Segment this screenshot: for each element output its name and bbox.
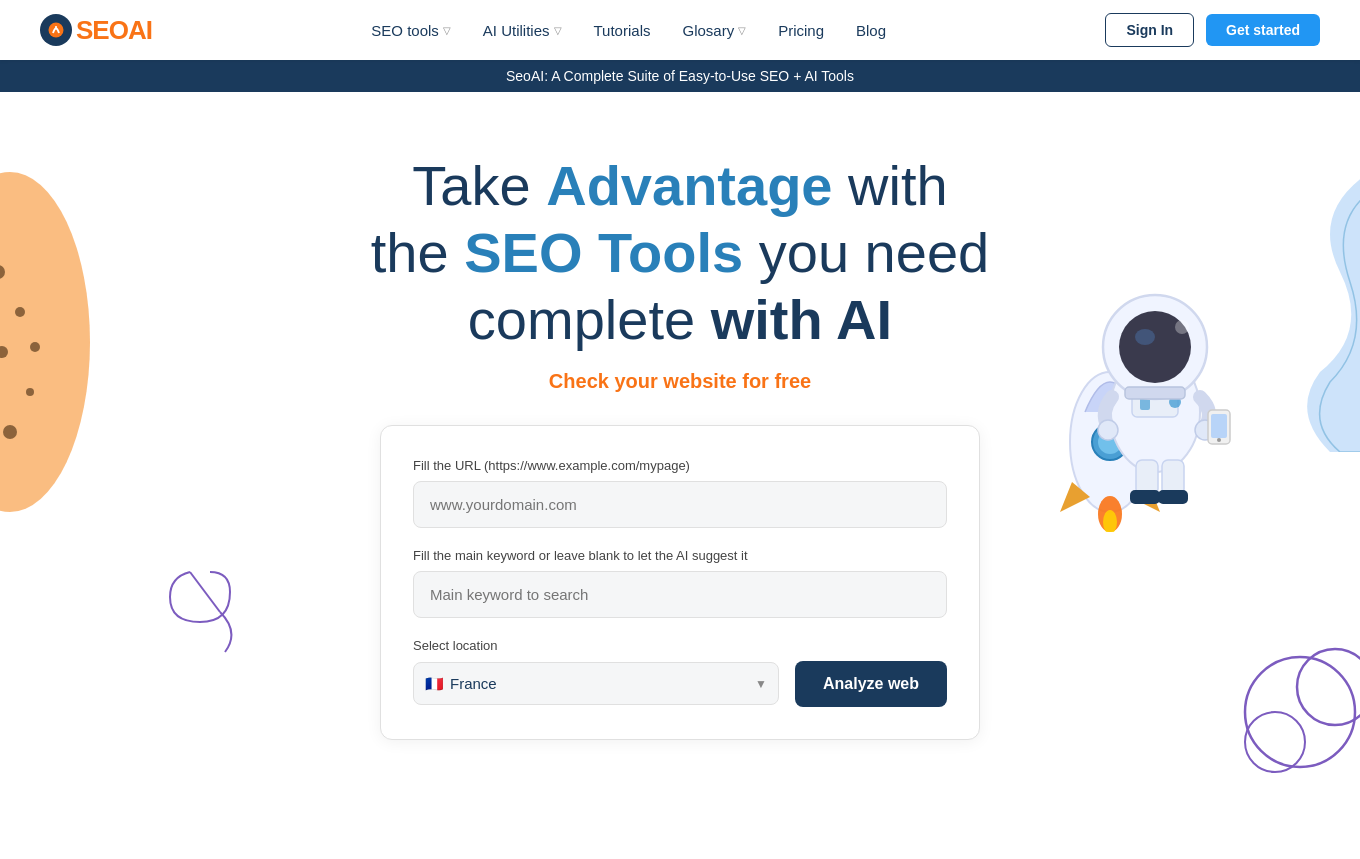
- navbar: SEOAI SEO tools ▽ AI Utilities ▽ Tutoria…: [0, 0, 1360, 60]
- nav-actions: Sign In Get started: [1105, 13, 1320, 47]
- svg-point-4: [15, 307, 25, 317]
- svg-point-30: [1135, 329, 1155, 345]
- form-card: Fill the URL (https://www.example.com/my…: [380, 425, 980, 740]
- blob-left-decoration: [0, 152, 90, 532]
- hero-subtitle: Check your website for free: [549, 370, 811, 393]
- chevron-down-icon: ▽: [554, 25, 562, 36]
- logo-icon: [40, 14, 72, 46]
- svg-rect-34: [1211, 414, 1227, 438]
- hero-section: Take Advantage with the SEO Tools you ne…: [0, 92, 1360, 852]
- svg-point-6: [26, 388, 34, 396]
- signin-button[interactable]: Sign In: [1105, 13, 1194, 47]
- svg-rect-25: [1162, 460, 1184, 495]
- svg-point-22: [1098, 420, 1118, 440]
- analyze-button[interactable]: Analyze web: [795, 661, 947, 707]
- nav-pricing[interactable]: Pricing: [778, 22, 824, 39]
- nav-seo-tools[interactable]: SEO tools ▽: [371, 22, 451, 39]
- location-row: 🇫🇷 France France United States United Ki…: [413, 661, 947, 707]
- svg-point-0: [49, 23, 64, 38]
- svg-rect-27: [1158, 490, 1188, 504]
- getstarted-button[interactable]: Get started: [1206, 14, 1320, 46]
- keyword-label: Fill the main keyword or leave blank to …: [413, 548, 947, 563]
- svg-point-31: [1175, 320, 1189, 334]
- location-select-wrapper: 🇫🇷 France France United States United Ki…: [413, 662, 779, 705]
- logo-text: SEOAI: [76, 15, 152, 46]
- logo[interactable]: SEOAI: [40, 14, 152, 46]
- doodle-circles-decoration: [1220, 632, 1360, 792]
- nav-links: SEO tools ▽ AI Utilities ▽ Tutorials Glo…: [371, 22, 886, 39]
- svg-rect-24: [1136, 460, 1158, 495]
- svg-rect-26: [1130, 490, 1160, 504]
- svg-point-8: [30, 342, 40, 352]
- nav-glosary[interactable]: Glosary ▽: [682, 22, 746, 39]
- svg-point-35: [1217, 438, 1221, 442]
- svg-rect-32: [1125, 387, 1185, 399]
- hero-title: Take Advantage with the SEO Tools you ne…: [371, 152, 989, 354]
- chevron-down-icon: ▽: [738, 25, 746, 36]
- svg-point-1: [55, 26, 57, 28]
- location-select[interactable]: France United States United Kingdom Germ…: [413, 662, 779, 705]
- url-input[interactable]: [413, 481, 947, 528]
- nav-tutorials[interactable]: Tutorials: [594, 22, 651, 39]
- doodle-spiral-decoration: [140, 552, 240, 672]
- nav-ai-utilities[interactable]: AI Utilities ▽: [483, 22, 562, 39]
- url-label: Fill the URL (https://www.example.com/my…: [413, 458, 947, 473]
- announcement-bar: SeoAI: A Complete Suite of Easy-to-Use S…: [0, 60, 1360, 92]
- svg-point-7: [3, 425, 17, 439]
- nav-blog[interactable]: Blog: [856, 22, 886, 39]
- keyword-input[interactable]: [413, 571, 947, 618]
- chevron-down-icon: ▽: [443, 25, 451, 36]
- astronaut-illustration: [1000, 132, 1300, 512]
- location-label: Select location: [413, 638, 947, 653]
- svg-point-11: [1297, 649, 1360, 725]
- svg-point-2: [0, 172, 90, 512]
